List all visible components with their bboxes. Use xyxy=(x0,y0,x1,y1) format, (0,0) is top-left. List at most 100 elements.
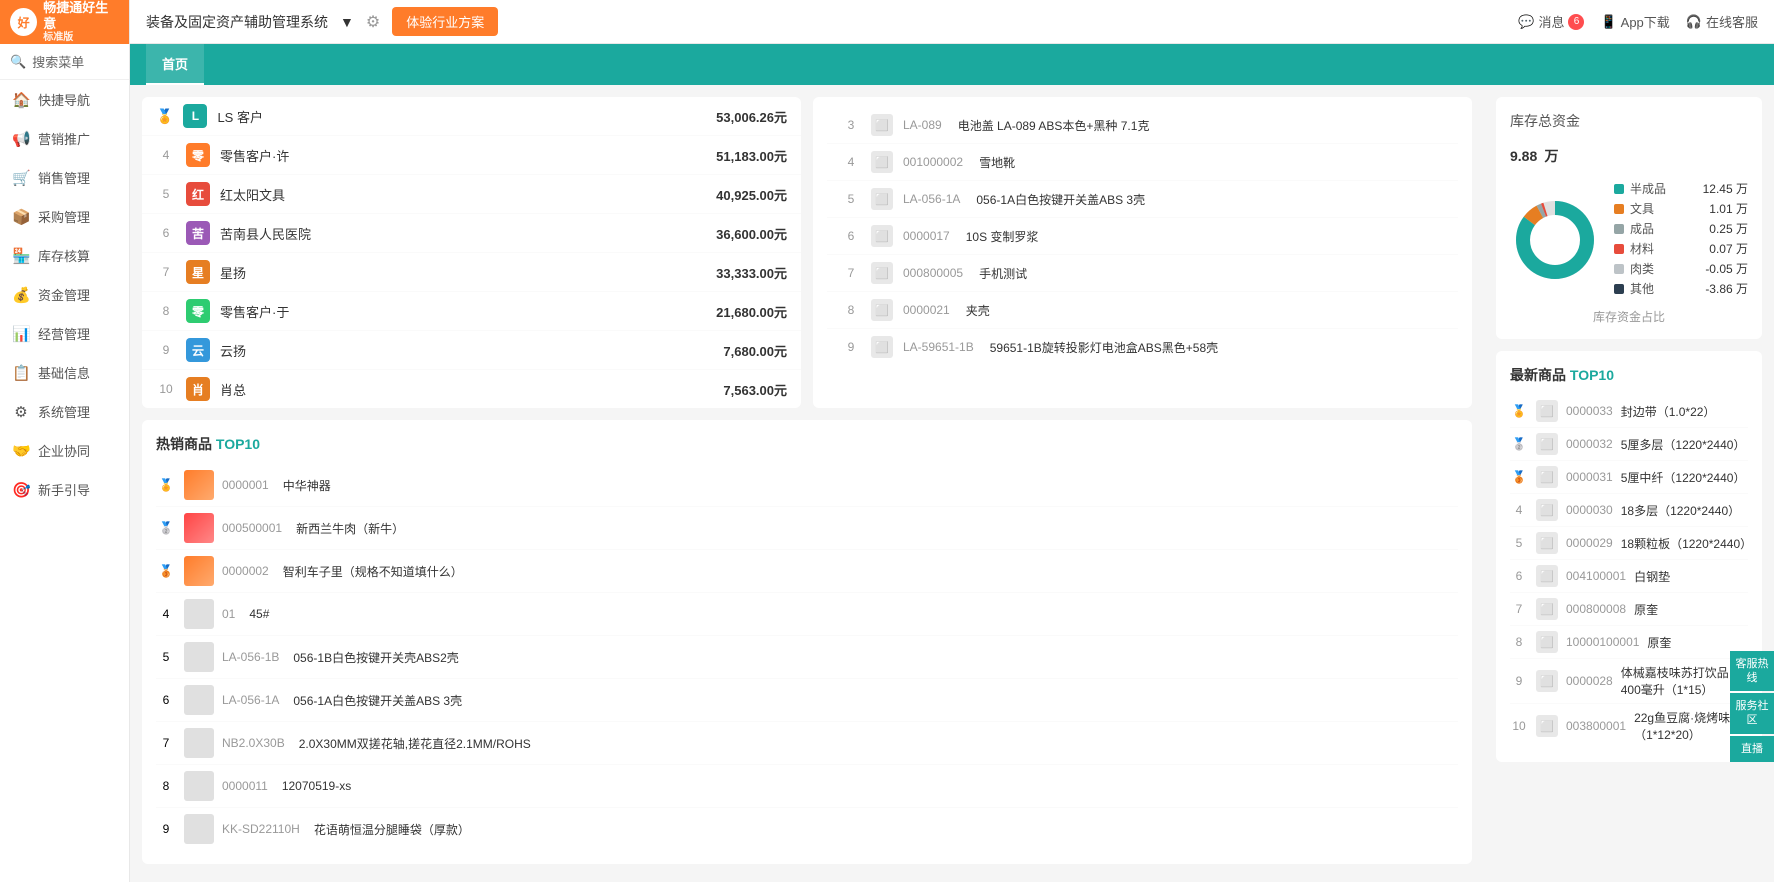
product-code: 000800005 xyxy=(903,266,963,280)
product-icon: ⬜ xyxy=(1536,499,1558,521)
product-code: 0000017 xyxy=(903,229,950,243)
sidebar-logo: 好 畅捷通好生意 标准版 xyxy=(0,0,129,44)
sidebar: 好 畅捷通好生意 标准版 🔍 搜索菜单 🏠 快捷导航 📢 营销推广 🛒 销售管理… xyxy=(0,0,130,882)
legend-value: 1.01 万 xyxy=(1709,200,1748,217)
logo-main-text: 畅捷通好生意 xyxy=(43,0,119,31)
headset-icon: 🎧 xyxy=(1686,14,1702,30)
sidebar-item-basic[interactable]: 📋 基础信息 xyxy=(0,353,129,392)
sidebar-item-label: 系统管理 xyxy=(38,402,90,421)
sidebar-item-home[interactable]: 🏠 快捷导航 xyxy=(0,80,129,119)
hot-products-rank2-content: 3 ⬜ LA-089 电池盖 LA-089 ABS本色+黑种 7.1克 4 ⬜ … xyxy=(813,97,1472,375)
topbar: 装备及固定资产辅助管理系统 ▼ ⚙ 体验行业方案 💬 消息 6 📱 App下载 … xyxy=(130,0,1774,44)
float-btn-live[interactable]: 直播 xyxy=(1730,736,1774,762)
sidebar-item-collab[interactable]: 🤝 企业协同 xyxy=(0,431,129,470)
table-row: 7 星 星扬 33,333.00元 xyxy=(142,253,801,292)
product-code: 0000030 xyxy=(1566,503,1613,517)
sidebar-item-sales[interactable]: 🛒 销售管理 xyxy=(0,158,129,197)
sidebar-item-operation[interactable]: 📊 经营管理 xyxy=(0,314,129,353)
tab-home[interactable]: 首页 xyxy=(146,44,204,85)
product-name: 5厘多层（1220*2440） xyxy=(1621,436,1748,453)
search-menu[interactable]: 🔍 搜索菜单 xyxy=(0,44,129,80)
table-row: 6 ⬜ 0000017 10S 变制罗浆 xyxy=(827,218,1458,255)
product-image xyxy=(184,513,214,543)
rank-number: 9 xyxy=(156,822,176,836)
legend-label: 成品 xyxy=(1630,220,1654,237)
logo-sub-text: 标准版 xyxy=(43,32,119,44)
product-icon: ⬜ xyxy=(1536,598,1558,620)
sidebar-item-label: 资金管理 xyxy=(38,285,90,304)
list-item: 9 ⬜ 0000028 体械嘉枝味苏打饮品400毫升（1*15） xyxy=(1510,659,1748,704)
product-code: LA-089 xyxy=(903,118,942,132)
avatar: 云 xyxy=(186,338,210,362)
collab-icon: 🤝 xyxy=(12,442,30,460)
rank-number: 8 xyxy=(841,303,861,317)
legend-value: 12.45 万 xyxy=(1703,180,1748,197)
rank-number: 3 xyxy=(841,118,861,132)
dropdown-arrow[interactable]: ▼ xyxy=(340,14,354,30)
table-row: 10 肖 肖总 7,563.00元 xyxy=(142,370,801,408)
rank-icon: 🥈 xyxy=(156,521,176,535)
gear-icon[interactable]: ⚙ xyxy=(366,12,380,32)
sidebar-item-purchase[interactable]: 📦 采购管理 xyxy=(0,197,129,236)
sidebar-item-label: 销售管理 xyxy=(38,168,90,187)
float-btn-community[interactable]: 服务社区 xyxy=(1730,693,1774,734)
product-icon: ⬜ xyxy=(871,299,893,321)
table-row: 9 云 云扬 7,680.00元 xyxy=(142,331,801,370)
online-service-label: 在线客服 xyxy=(1706,12,1758,31)
newest-top10-card: 最新商品 TOP10 🏅 ⬜ 0000033 封边带（1.0*22） 🥈 ⬜ 0… xyxy=(1496,351,1762,762)
legend-value: 0.07 万 xyxy=(1709,240,1748,257)
customer-name: 云扬 xyxy=(220,341,713,360)
messages-item[interactable]: 💬 消息 6 xyxy=(1518,12,1584,31)
sidebar-logo-text: 畅捷通好生意 标准版 xyxy=(43,0,119,43)
content-main: 🏅 L LS 客户 53,006.26元 4 零 零售客户·许 51,183.0… xyxy=(130,85,1484,882)
product-icon: ⬜ xyxy=(871,262,893,284)
sidebar-item-guide[interactable]: 🎯 新手引导 xyxy=(0,470,129,509)
product-name: 智利车子里（规格不知道填什么） xyxy=(283,563,1458,580)
product-name: 45# xyxy=(249,607,1458,621)
table-row: 5 ⬜ LA-056-1A 056-1A白色按键开关盖ABS 3壳 xyxy=(827,181,1458,218)
sidebar-item-marketing[interactable]: 📢 营销推广 xyxy=(0,119,129,158)
table-row: 9 KK-SD22110H 花语萌恒温分腿睡袋（厚款） xyxy=(156,808,1458,850)
float-btn-service[interactable]: 客服热线 xyxy=(1730,651,1774,692)
table-row: 5 红 红太阳文具 40,925.00元 xyxy=(142,175,801,214)
sidebar-item-label: 经营管理 xyxy=(38,324,90,343)
product-name: 59651-1B旋转投影灯电池盒ABS黑色+58壳 xyxy=(990,339,1444,356)
sidebar-item-inventory[interactable]: 🏪 库存核算 xyxy=(0,236,129,275)
product-icon: ⬜ xyxy=(1536,670,1558,692)
rank-icon: 🏅 xyxy=(156,478,176,492)
sales-icon: 🛒 xyxy=(12,169,30,187)
product-image xyxy=(184,685,214,715)
try-button[interactable]: 体验行业方案 xyxy=(392,7,498,36)
table-row: 9 ⬜ LA-59651-1B 59651-1B旋转投影灯电池盒ABS黑色+58… xyxy=(827,329,1458,365)
sidebar-item-system[interactable]: ⚙ 系统管理 xyxy=(0,392,129,431)
rank-number: 7 xyxy=(156,736,176,750)
rank-number: 5 xyxy=(156,187,176,201)
sidebar-item-finance[interactable]: 💰 资金管理 xyxy=(0,275,129,314)
product-code: 0000021 xyxy=(903,303,950,317)
table-row: 8 ⬜ 0000021 夹壳 xyxy=(827,292,1458,329)
inventory-card: 库存总资金 9.88 万 xyxy=(1496,97,1762,339)
legend-label: 其他 xyxy=(1630,280,1654,297)
product-name: 056-1A白色按键开关盖ABS 3壳 xyxy=(976,191,1444,208)
list-item: 4 ⬜ 0000030 18多层（1220*2440） xyxy=(1510,494,1748,527)
app-download-item[interactable]: 📱 App下载 xyxy=(1600,12,1669,31)
customer-amount: 51,183.00元 xyxy=(716,146,787,165)
purchase-icon: 📦 xyxy=(12,208,30,226)
list-item: 🥉 ⬜ 0000031 5厘中纤（1220*2440） xyxy=(1510,461,1748,494)
legend-item: 其他 -3.86 万 xyxy=(1614,280,1748,297)
table-row: 5 LA-056-1B 056-1B白色按键开关壳ABS2壳 xyxy=(156,636,1458,679)
tab-nav: 首页 xyxy=(130,44,1774,85)
table-row: 7 ⬜ 000800005 手机测试 xyxy=(827,255,1458,292)
product-name: 白钢垫 xyxy=(1634,568,1748,585)
table-row: 4 ⬜ 001000002 雪地靴 xyxy=(827,144,1458,181)
legend-value: -0.05 万 xyxy=(1705,260,1748,277)
product-name: 花语萌恒温分腿睡袋（厚款） xyxy=(314,821,1458,838)
online-service-item[interactable]: 🎧 在线客服 xyxy=(1686,12,1758,31)
inventory-legend: 半成品 12.45 万 文具 1.01 万 成品 0.25 万 xyxy=(1614,180,1748,300)
right-sidebar: 库存总资金 9.88 万 xyxy=(1484,85,1774,882)
sidebar-item-label: 库存核算 xyxy=(38,246,90,265)
customer-name: 零售客户·许 xyxy=(220,146,706,165)
legend-label: 材料 xyxy=(1630,240,1654,257)
rank-number: 8 xyxy=(156,779,176,793)
product-name: 18多层（1220*2440） xyxy=(1621,502,1748,519)
